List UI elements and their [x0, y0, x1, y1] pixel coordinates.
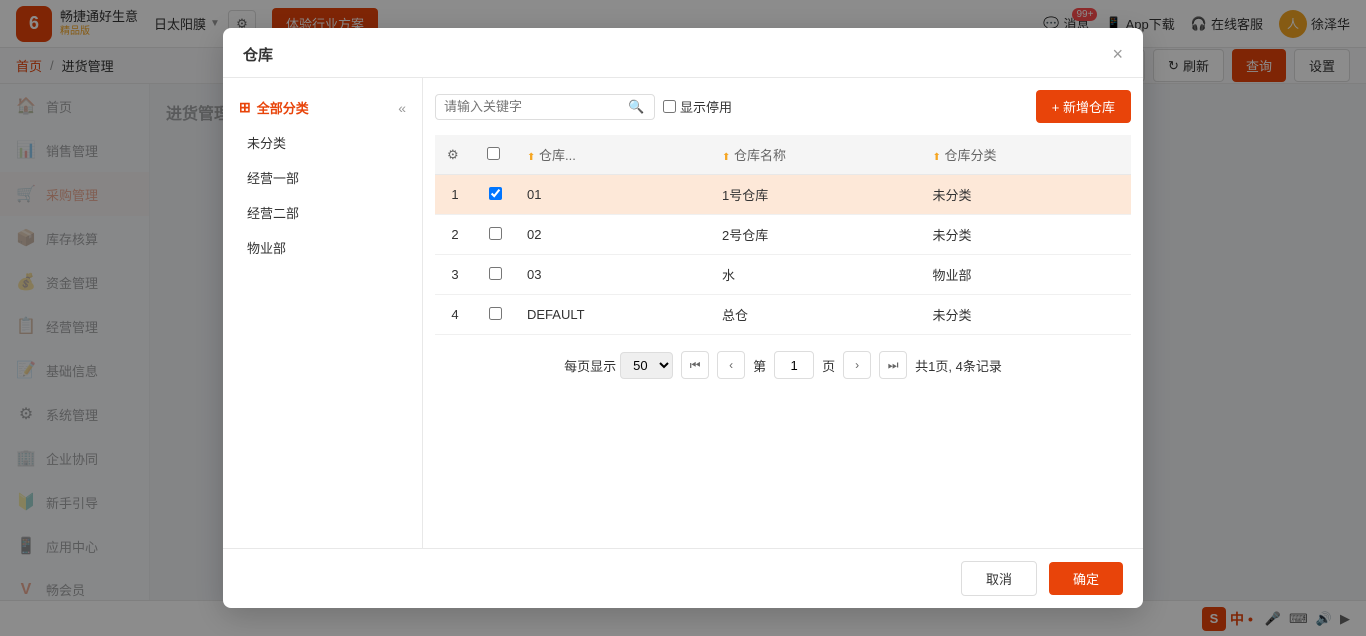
close-button[interactable]: ×: [1112, 44, 1123, 65]
table-row[interactable]: 3 03 水 物业部: [435, 255, 1131, 295]
row-name: 总仓: [710, 295, 920, 335]
search-input[interactable]: [444, 99, 624, 114]
warehouse-table: ⚙ ⬆ 仓库... ⬆ 仓库名称: [435, 135, 1131, 335]
per-page-select: 每页显示 50: [564, 352, 673, 379]
category-item-ops1[interactable]: 经营一部: [223, 160, 422, 195]
row-no: 1: [435, 175, 475, 215]
row-category: 物业部: [921, 255, 1132, 295]
col-category-header: ⬆ 仓库分类: [921, 135, 1132, 175]
row-code: 03: [515, 255, 710, 295]
category-item-property[interactable]: 物业部: [223, 230, 422, 265]
per-page-dropdown[interactable]: 50: [620, 352, 673, 379]
grid-icon: ⊞: [239, 99, 251, 116]
dialog-footer: 取消 确定: [223, 548, 1143, 608]
sort-icon: ⬆: [933, 152, 941, 163]
row-checkbox[interactable]: [489, 187, 502, 200]
table-toolbar: 🔍 显示停用 + 新增仓库: [435, 90, 1131, 123]
row-code: DEFAULT: [515, 295, 710, 335]
category-item-ops2[interactable]: 经营二部: [223, 195, 422, 230]
dialog-body: ⊞ 全部分类 « 未分类 经营一部 经营二部 物业部: [223, 78, 1143, 548]
total-info: 共1页, 4条记录: [915, 356, 1002, 375]
col-code-header: ⬆ 仓库...: [515, 135, 710, 175]
page-label-pre: 第: [753, 356, 766, 375]
table-row[interactable]: 4 DEFAULT 总仓 未分类: [435, 295, 1131, 335]
row-checkbox[interactable]: [489, 227, 502, 240]
row-checkbox-cell: [475, 295, 515, 335]
gear-col-icon[interactable]: ⚙: [447, 147, 459, 162]
col-name-header: ⬆ 仓库名称: [710, 135, 920, 175]
row-checkbox[interactable]: [489, 267, 502, 280]
sort-icon: ⬆: [722, 152, 730, 163]
first-page-button[interactable]: ⏮: [681, 351, 709, 379]
row-no: 2: [435, 215, 475, 255]
category-item-uncat[interactable]: 未分类: [223, 125, 422, 160]
row-name: 2号仓库: [710, 215, 920, 255]
row-checkbox-cell: [475, 175, 515, 215]
row-code: 02: [515, 215, 710, 255]
prev-page-button[interactable]: ‹: [717, 351, 745, 379]
row-no: 4: [435, 295, 475, 335]
row-no: 3: [435, 255, 475, 295]
select-all-checkbox[interactable]: [487, 147, 500, 160]
collapse-button[interactable]: «: [398, 100, 406, 116]
row-checkbox[interactable]: [489, 307, 502, 320]
table-head: ⚙ ⬆ 仓库... ⬆ 仓库名称: [435, 135, 1131, 175]
cancel-button[interactable]: 取消: [961, 561, 1037, 596]
sort-icon: ⬆: [527, 152, 535, 163]
row-checkbox-cell: [475, 255, 515, 295]
page-label: 页: [822, 356, 835, 375]
all-categories-header[interactable]: ⊞ 全部分类 «: [223, 90, 422, 125]
row-code: 01: [515, 175, 710, 215]
dialog-header: 仓库 ×: [223, 28, 1143, 78]
last-page-button[interactable]: ⏭: [879, 351, 907, 379]
row-name: 水: [710, 255, 920, 295]
row-category: 未分类: [921, 215, 1132, 255]
row-name: 1号仓库: [710, 175, 920, 215]
confirm-button[interactable]: 确定: [1049, 562, 1123, 595]
table-row[interactable]: 1 01 1号仓库 未分类: [435, 175, 1131, 215]
show-disabled-label[interactable]: 显示停用: [663, 97, 732, 116]
add-warehouse-button[interactable]: + 新增仓库: [1036, 90, 1131, 123]
col-checkbox-all: [475, 135, 515, 175]
table-body: 1 01 1号仓库 未分类 2 02 2号仓库: [435, 175, 1131, 335]
row-checkbox-cell: [475, 215, 515, 255]
show-disabled-checkbox[interactable]: [663, 100, 676, 113]
col-gear: ⚙: [435, 135, 475, 175]
table-row[interactable]: 2 02 2号仓库 未分类: [435, 215, 1131, 255]
category-panel: ⊞ 全部分类 « 未分类 经营一部 经营二部 物业部: [223, 78, 423, 548]
row-category: 未分类: [921, 295, 1132, 335]
search-box: 🔍: [435, 94, 655, 120]
pagination: 每页显示 50 ⏮ ‹ 第 页 › ⏭ 共1页, 4条记录: [435, 335, 1131, 387]
row-category: 未分类: [921, 175, 1132, 215]
page-number-input[interactable]: [774, 351, 814, 379]
table-panel: 🔍 显示停用 + 新增仓库 ⚙: [423, 78, 1143, 548]
next-page-button[interactable]: ›: [843, 351, 871, 379]
warehouse-dialog: 仓库 × ⊞ 全部分类 « 未分类 经营一部 经营二部 物业部: [223, 28, 1143, 608]
search-icon[interactable]: 🔍: [628, 99, 644, 115]
dialog-title: 仓库: [243, 44, 273, 65]
